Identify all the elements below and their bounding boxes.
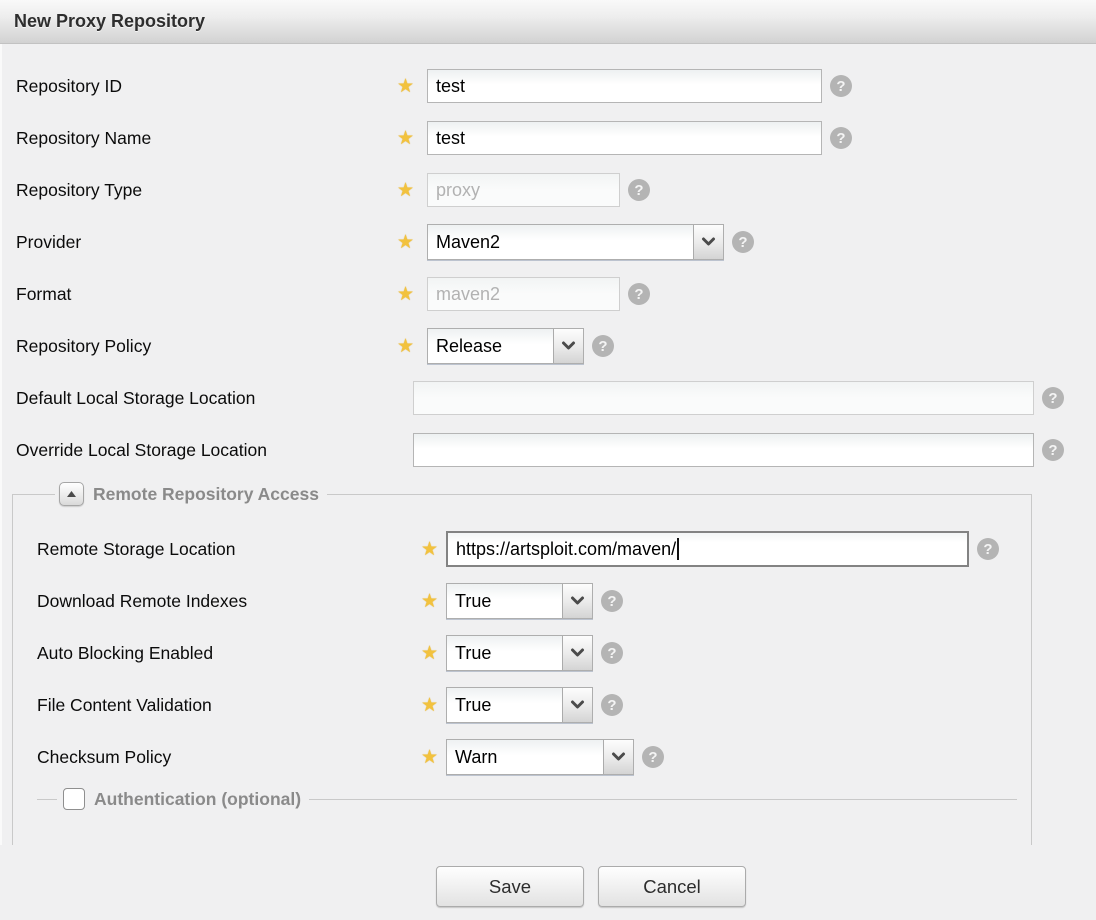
chevron-down-icon[interactable] bbox=[562, 636, 592, 670]
section-title: Remote Repository Access bbox=[93, 483, 319, 504]
required-star-icon: ★ bbox=[397, 283, 415, 305]
triangle-up-icon bbox=[67, 491, 76, 497]
help-icon[interactable]: ? bbox=[601, 642, 623, 664]
repository-id-row: Repository ID ★ ? bbox=[2, 60, 1096, 112]
new-proxy-repository-panel: New Proxy Repository Repository ID ★ ? R… bbox=[0, 0, 1096, 920]
auto-blocking-enabled-selected-value: True bbox=[447, 636, 562, 670]
auto-blocking-enabled-row: Auto Blocking Enabled ★ True ? bbox=[37, 627, 1031, 679]
help-icon[interactable]: ? bbox=[732, 231, 754, 253]
override-local-storage-label: Override Local Storage Location bbox=[16, 439, 267, 460]
collapse-section-button[interactable] bbox=[59, 482, 84, 506]
provider-select[interactable]: Maven2 bbox=[427, 224, 724, 260]
help-icon[interactable]: ? bbox=[601, 694, 623, 716]
repository-id-input[interactable] bbox=[427, 69, 822, 103]
text-caret bbox=[677, 538, 679, 560]
help-icon[interactable]: ? bbox=[1042, 439, 1064, 461]
cancel-button[interactable]: Cancel bbox=[598, 866, 746, 907]
repository-policy-select[interactable]: Release bbox=[427, 328, 584, 364]
download-remote-indexes-selected-value: True bbox=[447, 584, 562, 618]
checksum-policy-row: Checksum Policy ★ Warn ? bbox=[37, 731, 1031, 783]
default-local-storage-input bbox=[413, 381, 1034, 415]
required-star-icon: ★ bbox=[397, 179, 415, 201]
repository-name-label: Repository Name bbox=[16, 127, 152, 148]
provider-row: Provider ★ Maven2 ? bbox=[2, 216, 1096, 268]
repository-id-label: Repository ID bbox=[16, 75, 123, 96]
file-content-validation-selected-value: True bbox=[447, 688, 562, 722]
help-icon[interactable]: ? bbox=[1042, 387, 1064, 409]
help-icon[interactable]: ? bbox=[592, 335, 614, 357]
chevron-down-icon[interactable] bbox=[693, 225, 723, 259]
override-local-storage-row: Override Local Storage Location ? bbox=[2, 424, 1096, 476]
repository-policy-label: Repository Policy bbox=[16, 335, 152, 356]
repository-name-input[interactable] bbox=[427, 121, 822, 155]
required-star-icon: ★ bbox=[421, 694, 439, 716]
repository-policy-selected-value: Release bbox=[428, 329, 553, 363]
file-content-validation-row: File Content Validation ★ True ? bbox=[37, 679, 1031, 731]
footer-bar: Save Cancel bbox=[0, 845, 1096, 920]
default-local-storage-row: Default Local Storage Location ? bbox=[2, 372, 1096, 424]
remote-repository-access-section: Remote Repository Access Remote Storage … bbox=[12, 482, 1032, 845]
remote-storage-location-label: Remote Storage Location bbox=[37, 538, 236, 559]
checksum-policy-selected-value: Warn bbox=[447, 740, 603, 774]
format-input bbox=[427, 277, 620, 311]
auto-blocking-enabled-select[interactable]: True bbox=[446, 635, 593, 671]
authentication-checkbox[interactable] bbox=[63, 788, 85, 810]
required-star-icon: ★ bbox=[421, 538, 439, 560]
help-icon[interactable]: ? bbox=[642, 746, 664, 768]
provider-label: Provider bbox=[16, 231, 82, 252]
repository-type-row: Repository Type ★ ? bbox=[2, 164, 1096, 216]
help-icon[interactable]: ? bbox=[830, 75, 852, 97]
repository-type-input bbox=[427, 173, 620, 207]
required-star-icon: ★ bbox=[397, 335, 415, 357]
panel-title: New Proxy Repository bbox=[0, 0, 1096, 44]
chevron-down-icon[interactable] bbox=[553, 329, 583, 363]
override-local-storage-input[interactable] bbox=[413, 433, 1034, 467]
repository-policy-row: Repository Policy ★ Release ? bbox=[2, 320, 1096, 372]
help-icon[interactable]: ? bbox=[628, 283, 650, 305]
repository-type-label: Repository Type bbox=[16, 179, 143, 200]
download-remote-indexes-row: Download Remote Indexes ★ True ? bbox=[37, 575, 1031, 627]
remote-storage-location-row: Remote Storage Location ★ https://artspl… bbox=[37, 523, 1031, 575]
format-row: Format ★ ? bbox=[2, 268, 1096, 320]
checksum-policy-select[interactable]: Warn bbox=[446, 739, 634, 775]
file-content-validation-select[interactable]: True bbox=[446, 687, 593, 723]
file-content-validation-label: File Content Validation bbox=[37, 694, 212, 715]
provider-selected-value: Maven2 bbox=[428, 225, 693, 259]
save-button[interactable]: Save bbox=[436, 866, 584, 907]
checksum-policy-label: Checksum Policy bbox=[37, 746, 172, 767]
download-remote-indexes-select[interactable]: True bbox=[446, 583, 593, 619]
download-remote-indexes-label: Download Remote Indexes bbox=[37, 590, 248, 611]
remote-storage-location-value: https://artsploit.com/maven/ bbox=[456, 538, 677, 559]
chevron-down-icon[interactable] bbox=[562, 584, 592, 618]
required-star-icon: ★ bbox=[397, 231, 415, 253]
help-icon[interactable]: ? bbox=[977, 538, 999, 560]
authentication-section: Authentication (optional) bbox=[37, 788, 1017, 810]
required-star-icon: ★ bbox=[421, 590, 439, 612]
required-star-icon: ★ bbox=[397, 127, 415, 149]
help-icon[interactable]: ? bbox=[601, 590, 623, 612]
chevron-down-icon[interactable] bbox=[562, 688, 592, 722]
auto-blocking-enabled-label: Auto Blocking Enabled bbox=[37, 642, 214, 663]
help-icon[interactable]: ? bbox=[830, 127, 852, 149]
default-local-storage-label: Default Local Storage Location bbox=[16, 387, 256, 408]
section-title: Authentication (optional) bbox=[94, 788, 302, 809]
required-star-icon: ★ bbox=[421, 642, 439, 664]
remote-storage-location-input[interactable]: https://artsploit.com/maven/ bbox=[446, 531, 969, 567]
required-star-icon: ★ bbox=[397, 75, 415, 97]
required-star-icon: ★ bbox=[421, 746, 439, 768]
help-icon[interactable]: ? bbox=[628, 179, 650, 201]
chevron-down-icon[interactable] bbox=[603, 740, 633, 774]
remote-repository-access-legend: Remote Repository Access bbox=[55, 482, 327, 506]
authentication-legend: Authentication (optional) bbox=[57, 788, 309, 810]
repository-name-row: Repository Name ★ ? bbox=[2, 112, 1096, 164]
form-area: Repository ID ★ ? Repository Name ★ ? Re… bbox=[0, 44, 1096, 845]
format-label: Format bbox=[16, 283, 72, 304]
